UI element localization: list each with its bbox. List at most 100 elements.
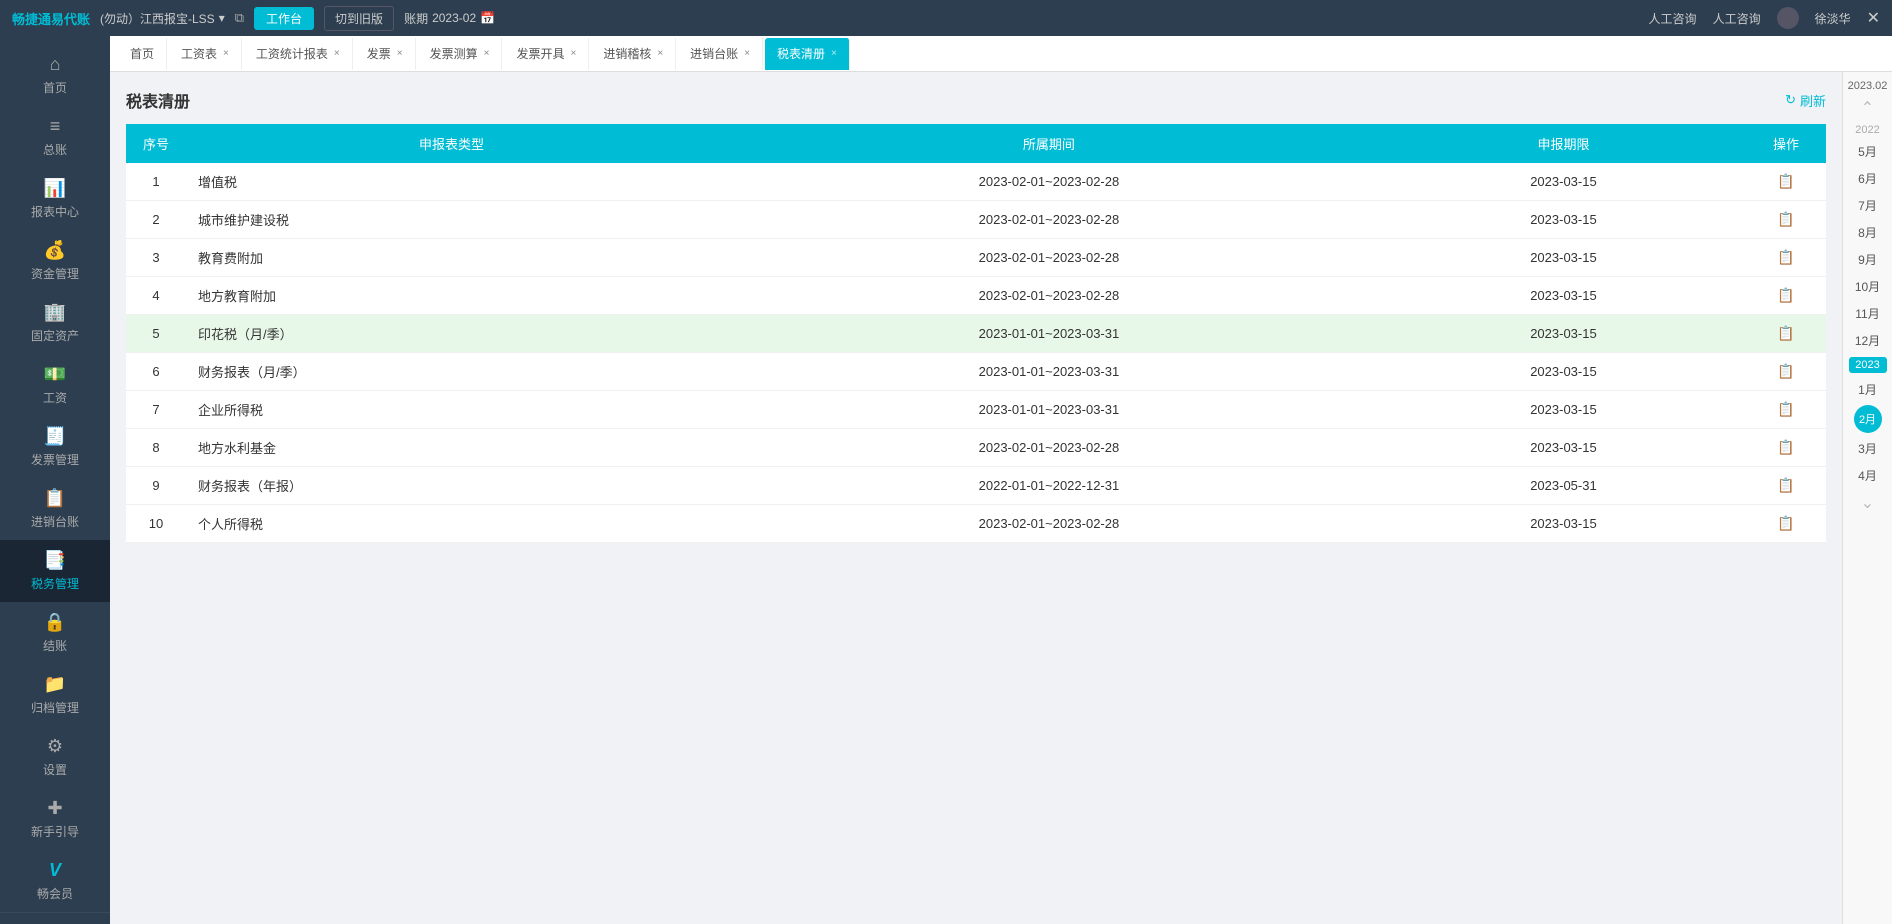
sidebar-item-guide[interactable]: ✚ 新手引导: [0, 788, 110, 850]
top-bar-right: 人工咨询 人工咨询 徐淡华 ✕: [1649, 7, 1880, 29]
company-selector[interactable]: (勿动）江西报宝-LSS ▾: [100, 10, 225, 27]
tab-tax-register[interactable]: 税表清册 ×: [765, 38, 850, 70]
tab-invoice-calc[interactable]: 发票测算 ×: [418, 38, 503, 70]
sidebar-item-fund[interactable]: 💰 资金管理: [0, 230, 110, 292]
cell-action[interactable]: 📋: [1746, 201, 1826, 239]
sidebar-item-home[interactable]: ⌂ 首页: [0, 44, 110, 106]
sidebar-item-label: 税务管理: [31, 575, 79, 592]
cell-no: 6: [126, 353, 186, 391]
sidebar-item-label: 资金管理: [31, 265, 79, 282]
timeline-month-apr[interactable]: 4月: [1843, 462, 1892, 489]
timeline-month-jan[interactable]: 1月: [1843, 376, 1892, 403]
ai-consult-label[interactable]: 人工咨询: [1713, 10, 1761, 27]
timeline-down-button[interactable]: ⌄: [1857, 489, 1878, 517]
cell-deadline: 2023-03-15: [1381, 353, 1746, 391]
timeline-month-9[interactable]: 9月: [1843, 246, 1892, 273]
period-display: 账期 2023-02 📅: [404, 10, 495, 27]
sidebar-item-label: 总账: [43, 141, 67, 158]
timeline-month-mar[interactable]: 3月: [1843, 435, 1892, 462]
timeline-month-7[interactable]: 7月: [1843, 192, 1892, 219]
cell-action[interactable]: 📋: [1746, 505, 1826, 543]
cell-action[interactable]: 📋: [1746, 353, 1826, 391]
col-header-deadline: 申报期限: [1381, 124, 1746, 163]
action-icon[interactable]: 📋: [1777, 439, 1794, 455]
action-icon[interactable]: 📋: [1777, 173, 1794, 189]
action-icon[interactable]: 📋: [1777, 249, 1794, 265]
top-bar: 畅捷通易代账 (勿动）江西报宝-LSS ▾ ⧉ 工作台 切到旧版 账期 2023…: [0, 0, 1892, 36]
action-icon[interactable]: 📋: [1777, 325, 1794, 341]
cell-period: 2023-02-01~2023-02-28: [717, 505, 1381, 543]
copy-icon[interactable]: ⧉: [235, 10, 244, 26]
action-icon[interactable]: 📋: [1777, 401, 1794, 417]
sidebar-item-fixed-assets[interactable]: 🏢 固定资产: [0, 292, 110, 354]
cell-action[interactable]: 📋: [1746, 429, 1826, 467]
tab-salary-table-close[interactable]: ×: [223, 48, 229, 59]
col-header-action: 操作: [1746, 124, 1826, 163]
workbench-button[interactable]: 工作台: [254, 7, 314, 30]
sidebar-item-report[interactable]: 📊 报表中心: [0, 168, 110, 230]
tab-tax-register-close[interactable]: ×: [831, 48, 837, 59]
tab-import-check[interactable]: 进销稽核 ×: [591, 38, 676, 70]
action-icon[interactable]: 📋: [1777, 363, 1794, 379]
tab-invoice-close[interactable]: ×: [397, 48, 403, 59]
app-logo: 畅捷通易代账: [12, 9, 90, 28]
tab-salary-table[interactable]: 工资表 ×: [169, 38, 242, 70]
sidebar-item-label: 工资: [43, 389, 67, 406]
cell-action[interactable]: 📋: [1746, 315, 1826, 353]
cell-action[interactable]: 📋: [1746, 277, 1826, 315]
cell-type: 城市维护建设税: [186, 201, 717, 239]
cell-no: 2: [126, 201, 186, 239]
sidebar-item-settings[interactable]: ⚙ 设置: [0, 726, 110, 788]
cell-action[interactable]: 📋: [1746, 391, 1826, 429]
tab-salary-stats-close[interactable]: ×: [334, 48, 340, 59]
sidebar-item-tax[interactable]: 📑 税务管理: [0, 540, 110, 602]
cell-action[interactable]: 📋: [1746, 467, 1826, 505]
action-icon[interactable]: 📋: [1777, 515, 1794, 531]
tab-import-check-label: 进销稽核: [603, 45, 651, 62]
tab-home[interactable]: 首页: [118, 38, 167, 70]
timeline-month-8[interactable]: 8月: [1843, 219, 1892, 246]
cell-action[interactable]: 📋: [1746, 239, 1826, 277]
sidebar-item-member[interactable]: V 畅会员: [0, 850, 110, 912]
refresh-button[interactable]: ↻ 刷新: [1785, 91, 1826, 110]
timeline-month-12[interactable]: 12月: [1843, 327, 1892, 354]
ai-consult-link[interactable]: 人工咨询: [1649, 10, 1697, 27]
sidebar-item-archive[interactable]: 📁 归档管理: [0, 664, 110, 726]
sidebar-item-invoice-mgmt[interactable]: 🧾 发票管理: [0, 416, 110, 478]
sidebar-item-salary[interactable]: 💵 工资: [0, 354, 110, 416]
sidebar-item-closing[interactable]: 🔒 结账: [0, 602, 110, 664]
action-icon[interactable]: 📋: [1777, 477, 1794, 493]
timeline-prev-year-label[interactable]: 2022: [1855, 122, 1879, 138]
timeline-month-6[interactable]: 6月: [1843, 165, 1892, 192]
tab-invoice-calc-close[interactable]: ×: [484, 48, 490, 59]
username: 徐淡华: [1815, 10, 1851, 27]
table-row: 9 财务报表（年报） 2022-01-01~2022-12-31 2023-05…: [126, 467, 1826, 505]
cell-action[interactable]: 📋: [1746, 163, 1826, 201]
timeline-month-5[interactable]: 5月: [1843, 138, 1892, 165]
timeline-month-feb-active[interactable]: 2月: [1854, 405, 1882, 433]
company-dropdown-icon[interactable]: ▾: [219, 11, 225, 25]
action-icon[interactable]: 📋: [1777, 211, 1794, 227]
timeline-up-button[interactable]: ⌃: [1857, 94, 1878, 122]
tab-import-ledger-close[interactable]: ×: [744, 48, 750, 59]
tab-import-check-close[interactable]: ×: [657, 48, 663, 59]
timeline-month-11[interactable]: 11月: [1843, 300, 1892, 327]
tab-invoice[interactable]: 发票 ×: [355, 38, 416, 70]
sidebar-item-import-export[interactable]: 📋 进销台账: [0, 478, 110, 540]
tab-import-ledger[interactable]: 进销台账 ×: [678, 38, 763, 70]
cell-no: 1: [126, 163, 186, 201]
timeline-current-year[interactable]: 2023: [1849, 357, 1887, 373]
tab-bar: 首页 工资表 × 工资统计报表 × 发票 × 发票测算 × 发票开具 ×: [110, 36, 1892, 72]
tab-invoice-open-close[interactable]: ×: [570, 48, 576, 59]
action-icon[interactable]: 📋: [1777, 287, 1794, 303]
tab-salary-stats[interactable]: 工资统计报表 ×: [244, 38, 353, 70]
timeline-panel: 2023.02 ⌃ 2022 5月 6月 7月 8月 9月 10月 11月 12…: [1842, 72, 1892, 924]
cell-deadline: 2023-05-31: [1381, 467, 1746, 505]
tab-invoice-open[interactable]: 发票开具 ×: [504, 38, 589, 70]
calendar-icon[interactable]: 📅: [480, 11, 495, 25]
col-header-no: 序号: [126, 124, 186, 163]
window-close-button[interactable]: ✕: [1867, 8, 1880, 28]
sidebar-item-ledger[interactable]: ≡ 总账: [0, 106, 110, 168]
timeline-month-10[interactable]: 10月: [1843, 273, 1892, 300]
switch-old-button[interactable]: 切到旧版: [324, 6, 394, 31]
